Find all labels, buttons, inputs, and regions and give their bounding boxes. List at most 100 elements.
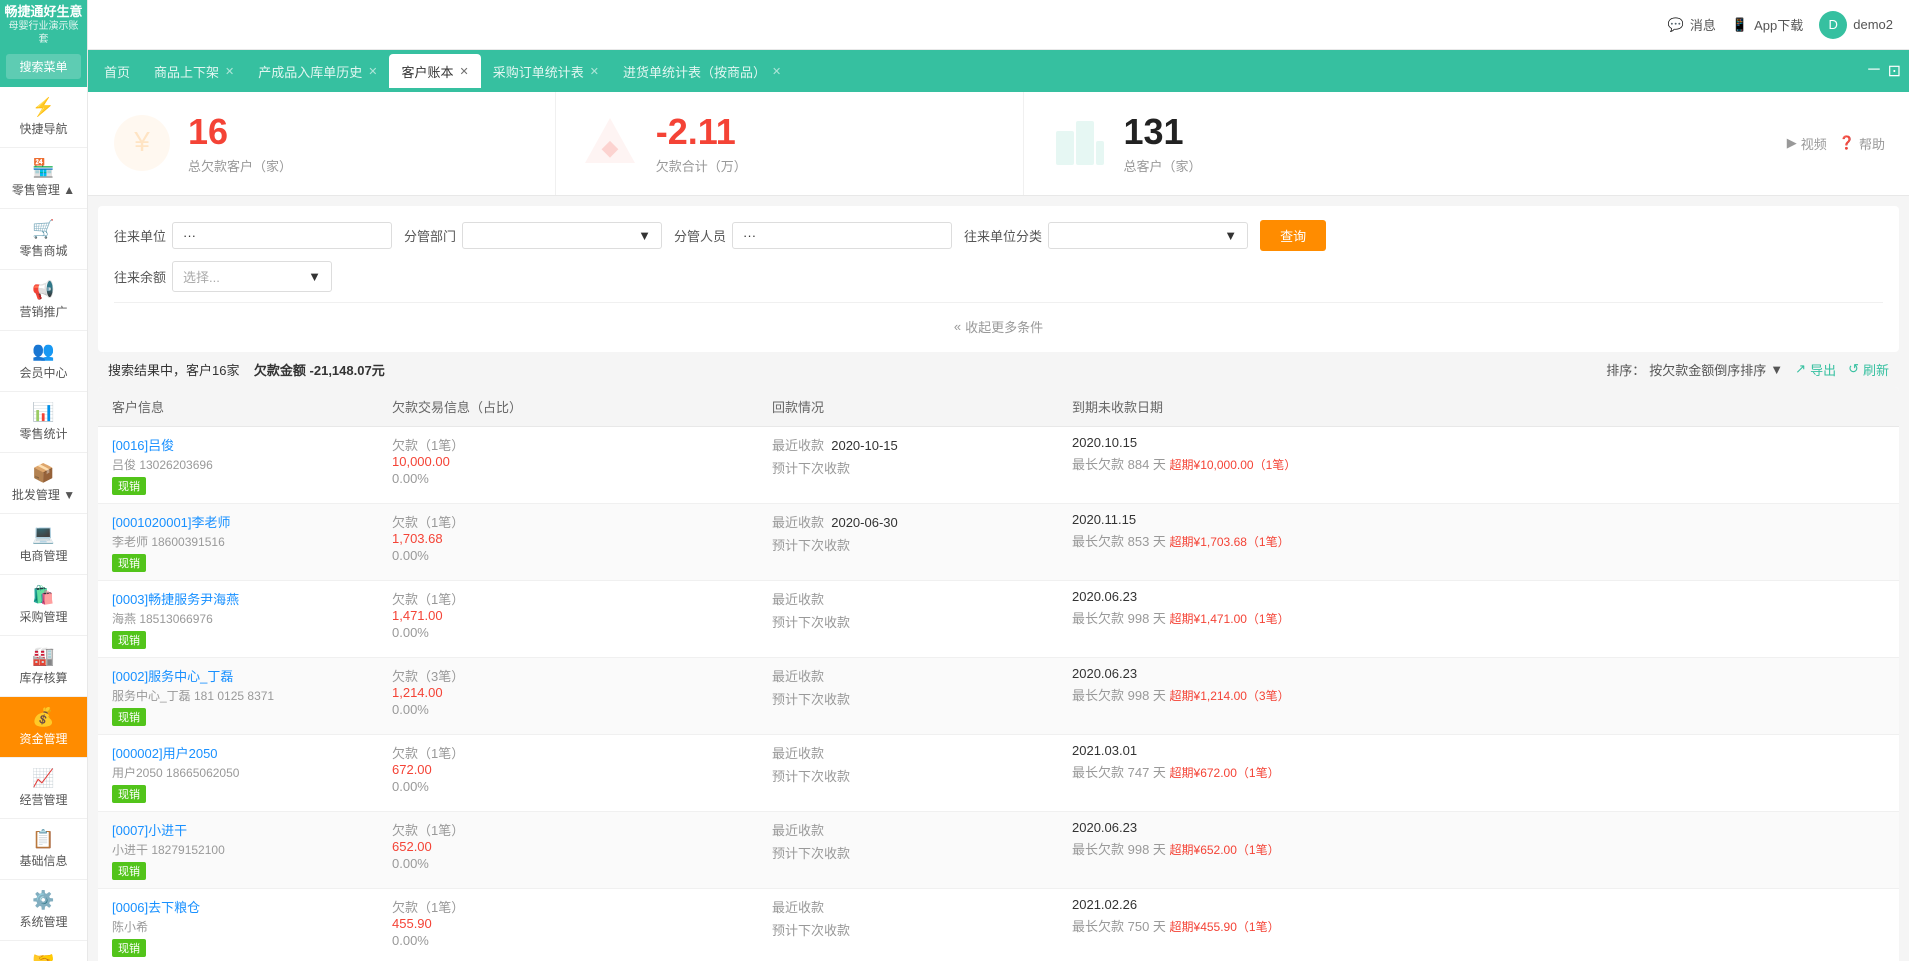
collection-cell: 最近收款 2020-10-15 预计下次收款 — [758, 426, 1058, 503]
sidebar-item-retail-mgmt[interactable]: 🏪 零售管理 ▲ — [0, 148, 87, 209]
help-button[interactable]: ❓ 帮助 — [1839, 134, 1885, 153]
table-row: [0016]吕俊 吕俊 13026203696 现销 欠款（1笔） 10,000… — [98, 426, 1899, 503]
export-button[interactable]: ↗ 导出 — [1795, 360, 1836, 379]
download-button[interactable]: 📱 App下载 — [1732, 15, 1803, 34]
sidebar-item-quick-nav[interactable]: ⚡ 快捷导航 — [0, 87, 87, 148]
collapse-button[interactable]: « 收起更多条件 — [114, 311, 1883, 342]
search-button[interactable]: 查询 — [1260, 220, 1326, 251]
col-due-date: 到期未收款日期 — [1058, 387, 1899, 427]
filter-dept: 分管部门 ▼ — [404, 222, 662, 249]
tab-purchase-summary[interactable]: 采购订单统计表 ✕ — [481, 54, 611, 88]
tab-maximize-icon[interactable]: ⊡ — [1888, 61, 1901, 81]
due-date: 2020.06.23 — [1072, 589, 1885, 604]
debt-amount[interactable]: 1,703.68 — [392, 531, 744, 546]
last-collection: 最近收款 — [772, 743, 1044, 762]
tab-production-history-close[interactable]: ✕ — [368, 65, 377, 78]
collection-cell: 最近收款 2020-06-30 预计下次收款 — [758, 503, 1058, 580]
export-icon: ↗ — [1795, 361, 1806, 377]
collapse-label: 收起更多条件 — [965, 317, 1043, 336]
tab-products-off[interactable]: 商品上下架 ✕ — [142, 54, 246, 88]
customer-contact: 陈小希 — [112, 918, 364, 935]
debt-amount-icon: ◆ — [580, 113, 640, 173]
sidebar-item-marketing[interactable]: 📢 营销推广 — [0, 270, 87, 331]
debt-amount[interactable]: 455.90 — [392, 916, 744, 931]
sidebar-item-basic-info[interactable]: 📋 基础信息 — [0, 819, 87, 880]
refresh-button[interactable]: ↺ 刷新 — [1848, 360, 1889, 379]
source-unit-label: 往来单位 — [114, 226, 166, 245]
sidebar-item-retail-mall[interactable]: 🛒 零售商城 — [0, 209, 87, 270]
debt-amount[interactable]: 1,471.00 — [392, 608, 744, 623]
tab-stock-summary-close[interactable]: ✕ — [772, 65, 781, 78]
tab-customer-account[interactable]: 客户账本 ✕ — [389, 54, 480, 88]
debt-amount[interactable]: 10,000.00 — [392, 454, 744, 469]
sidebar-nav: ⚡ 快捷导航 🏪 零售管理 ▲ 🛒 零售商城 📢 营销推广 👥 会员中心 📊 零… — [0, 87, 87, 961]
sidebar-item-label: 营销推广 — [19, 305, 67, 319]
overdue-amount-link[interactable]: 超期¥652.00（1笔） — [1170, 843, 1280, 857]
customer-name-link[interactable]: [0006]去下粮仓 — [112, 897, 364, 916]
sidebar-item-purchase[interactable]: 🛍️ 采购管理 — [0, 575, 87, 636]
tab-products-off-close[interactable]: ✕ — [225, 65, 234, 78]
sidebar-item-system[interactable]: ⚙️ 系统管理 — [0, 880, 87, 941]
overdue-amount-link[interactable]: 超期¥1,703.68（1笔） — [1170, 535, 1290, 549]
sidebar-item-operations[interactable]: 📈 经营管理 — [0, 758, 87, 819]
customer-name-link[interactable]: [0001020001]李老师 — [112, 512, 364, 531]
debt-amount[interactable]: 672.00 — [392, 762, 744, 777]
debt-customers-value: 16 — [188, 112, 292, 152]
debt-percent: 0.00% — [392, 779, 744, 794]
sidebar-item-retail-stats[interactable]: 📊 零售统计 — [0, 392, 87, 453]
customer-table: 客户信息 欠款交易信息（占比） 回款情况 到期未收款日期 [0016]吕俊 吕俊… — [98, 387, 1899, 961]
overdue-amount-link[interactable]: 超期¥672.00（1笔） — [1170, 766, 1280, 780]
sidebar-item-batch-mgmt[interactable]: 📦 批发管理 ▼ — [0, 453, 87, 514]
view-video-button[interactable]: ▶ 视频 — [1787, 134, 1827, 153]
customer-contact: 用户2050 18665062050 — [112, 764, 364, 781]
tab-customer-account-close[interactable]: ✕ — [460, 65, 469, 78]
person-input[interactable]: ··· — [732, 222, 952, 249]
topbar: 💬 消息 📱 App下载 D demo2 — [88, 0, 1909, 50]
due-date: 2020.10.15 — [1072, 435, 1885, 450]
tab-home[interactable]: 首页 — [92, 54, 142, 88]
overdue-amount-link[interactable]: 超期¥1,214.00（3笔） — [1170, 689, 1290, 703]
customer-name-link[interactable]: [0003]畅捷服务尹海燕 — [112, 589, 364, 608]
customer-tag: 现销 — [112, 477, 146, 495]
sidebar-item-inventory[interactable]: 🏭 库存核算 — [0, 636, 87, 697]
balance-select[interactable]: 选择... ▼ — [172, 261, 332, 292]
due-date-cell: 2020.10.15 最长欠款 884 天 超期¥10,000.00（1笔） — [1058, 426, 1899, 503]
overdue-amount-link[interactable]: 超期¥1,471.00（1笔） — [1170, 612, 1290, 626]
tab-stock-summary[interactable]: 进货单统计表（按商品） ✕ — [611, 54, 793, 88]
tab-production-history[interactable]: 产成品入库单历史 ✕ — [246, 54, 389, 88]
sidebar-item-label: 采购管理 — [19, 610, 67, 624]
sidebar-item-finance[interactable]: 💰 资金管理 — [0, 697, 87, 758]
due-date-cell: 2020.06.23 最长欠款 998 天 超期¥1,471.00（1笔） — [1058, 580, 1899, 657]
sidebar: 畅捷通好生意 母婴行业演示账套 搜索菜单 ⚡ 快捷导航 🏪 零售管理 ▲ 🛒 零… — [0, 0, 88, 961]
search-menu-button[interactable]: 搜索菜单 — [6, 54, 81, 79]
customer-info-cell: [0006]去下粮仓 陈小希 现销 — [98, 888, 378, 961]
unit-category-select[interactable]: ▼ — [1048, 222, 1248, 249]
tab-purchase-summary-close[interactable]: ✕ — [590, 65, 599, 78]
source-unit-input[interactable]: ··· — [172, 222, 392, 249]
user-menu[interactable]: D demo2 — [1819, 11, 1893, 39]
table-row: [0003]畅捷服务尹海燕 海燕 18513066976 现销 欠款（1笔） 1… — [98, 580, 1899, 657]
tab-collapse-icon[interactable]: ─ — [1868, 61, 1879, 81]
customer-name-link[interactable]: [000002]用户2050 — [112, 743, 364, 762]
last-collection: 最近收款 2020-10-15 — [772, 435, 1044, 454]
sidebar-item-ecommerce[interactable]: 💻 电商管理 — [0, 514, 87, 575]
sidebar-item-member[interactable]: 👥 会员中心 — [0, 331, 87, 392]
person-dots: ··· — [743, 228, 756, 243]
debt-amount[interactable]: 652.00 — [392, 839, 744, 854]
message-button[interactable]: 💬 消息 — [1668, 15, 1716, 34]
debt-info-cell: 欠款（1笔） 1,471.00 0.00% — [378, 580, 758, 657]
debt-amount[interactable]: 1,214.00 — [392, 685, 744, 700]
overdue-amount-link[interactable]: 超期¥10,000.00（1笔） — [1170, 458, 1297, 472]
customer-name-link[interactable]: [0007]小进干 — [112, 820, 364, 839]
overdue-amount-link[interactable]: 超期¥455.90（1笔） — [1170, 920, 1280, 934]
results-bar: 搜索结果中，客户16家 欠款金额 -21,148.07元 排序： 按欠款金额倒序… — [98, 352, 1899, 387]
ecommerce-icon: 💻 — [4, 524, 83, 545]
dept-select[interactable]: ▼ — [462, 222, 662, 249]
debt-customers-icon: ¥ — [112, 113, 172, 173]
customer-name-link[interactable]: [0002]服务中心_丁磊 — [112, 666, 364, 685]
debt-count: 欠款（1笔） — [392, 897, 744, 916]
sort-button[interactable]: 排序： 按欠款金额倒序排序 ▼ — [1606, 360, 1783, 379]
customer-name-link[interactable]: [0016]吕俊 — [112, 435, 364, 454]
sidebar-item-label: 电商管理 — [19, 549, 67, 563]
sidebar-item-enterprise[interactable]: 🤝 企业协同 — [0, 941, 87, 961]
